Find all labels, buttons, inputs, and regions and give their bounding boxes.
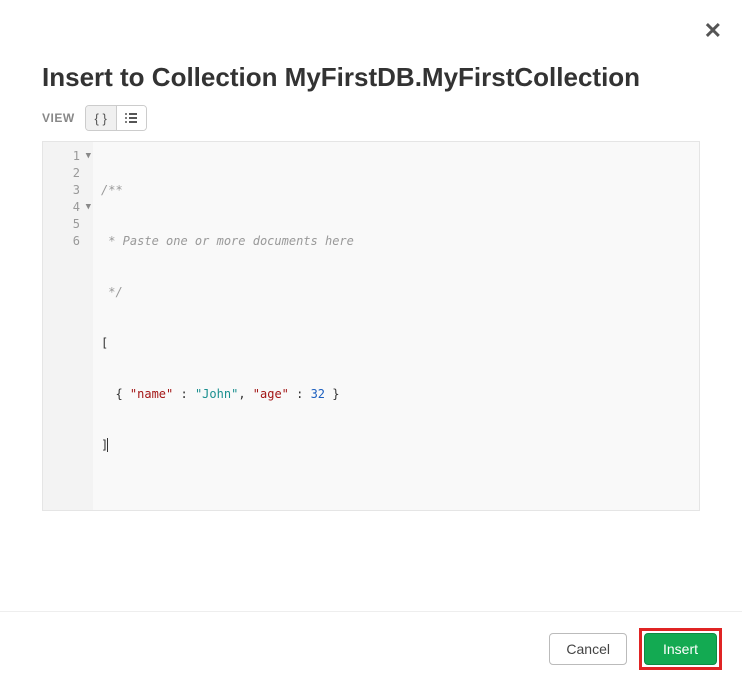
modal-title: Insert to Collection MyFirstDB.MyFirstCo… xyxy=(42,62,700,93)
view-mode-row: VIEW { } xyxy=(42,105,700,131)
editor-gutter: 1▼ 2 3 4▼ 5 6 xyxy=(43,142,93,510)
fold-marker-icon[interactable]: ▼ xyxy=(83,148,91,165)
view-label: VIEW xyxy=(42,111,75,125)
fold-marker-icon[interactable]: ▼ xyxy=(83,199,91,216)
view-json-button[interactable]: { } xyxy=(86,106,116,130)
list-icon xyxy=(125,113,137,123)
modal-footer: Cancel Insert xyxy=(0,611,742,686)
view-list-button[interactable] xyxy=(116,106,146,130)
code-editor[interactable]: 1▼ 2 3 4▼ 5 6 /** * Paste one or more do… xyxy=(42,141,700,511)
cancel-button[interactable]: Cancel xyxy=(549,633,627,665)
insert-button[interactable]: Insert xyxy=(644,633,717,665)
editor-code-area[interactable]: /** * Paste one or more documents here *… xyxy=(93,142,699,510)
view-toggle-group: { } xyxy=(85,105,147,131)
braces-icon: { } xyxy=(95,111,107,126)
insert-button-highlight: Insert xyxy=(639,628,722,670)
close-icon[interactable]: ✕ xyxy=(704,20,722,42)
